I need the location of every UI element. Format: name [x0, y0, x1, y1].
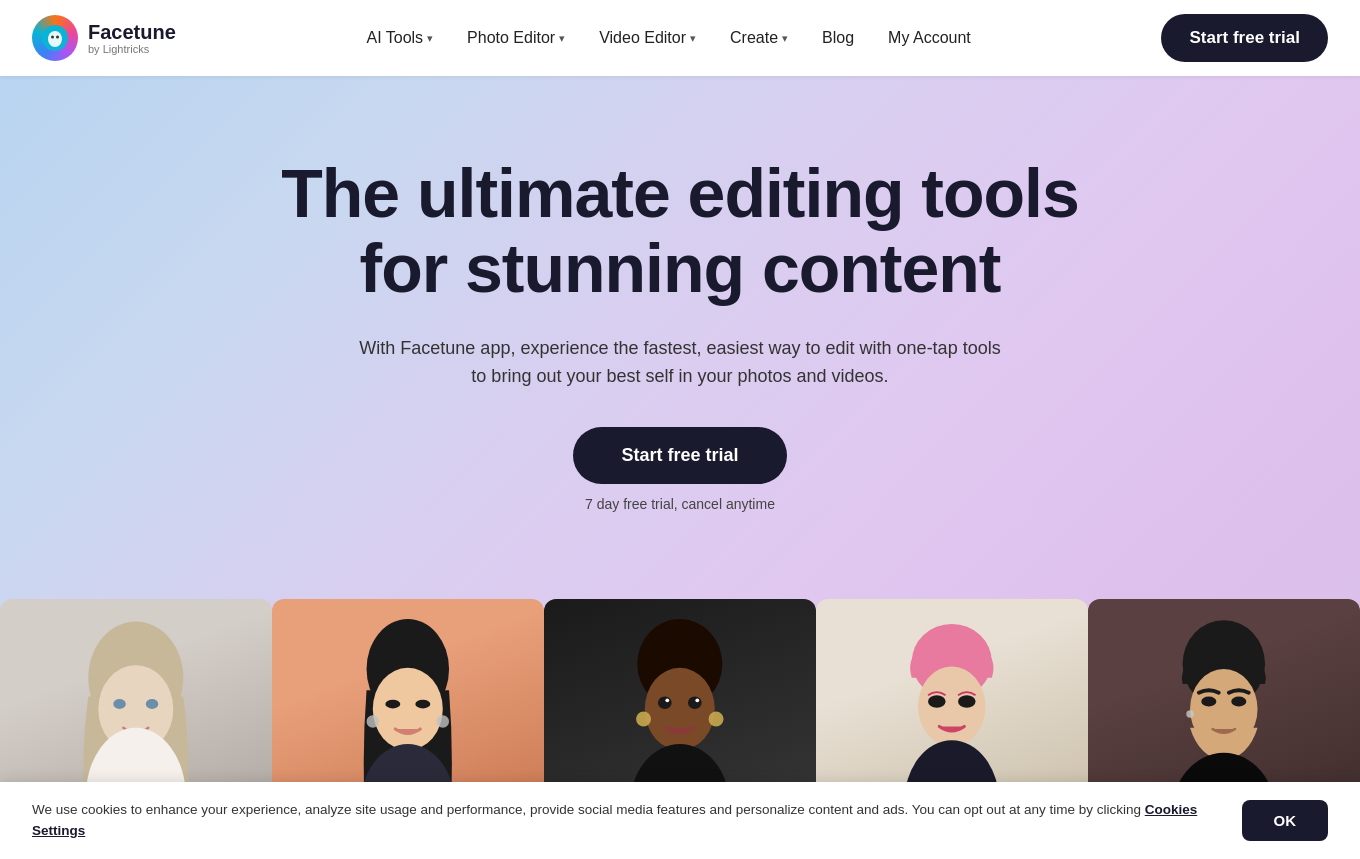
chevron-down-icon: ▾: [559, 32, 565, 45]
svg-point-25: [636, 712, 651, 727]
svg-point-1: [48, 31, 62, 47]
svg-point-29: [918, 667, 986, 747]
cookie-banner: We use cookies to enhance your experienc…: [0, 782, 1360, 859]
nav-item-photo-editor[interactable]: Photo Editor ▾: [453, 21, 579, 55]
nav-start-trial-button[interactable]: Start free trial: [1161, 14, 1328, 62]
svg-point-23: [696, 698, 700, 702]
nav-label-my-account: My Account: [888, 29, 971, 47]
cookie-text: We use cookies to enhance your experienc…: [32, 800, 1218, 841]
brand-name: Facetune: [88, 21, 176, 43]
nav-label-create: Create: [730, 29, 778, 47]
chevron-down-icon: ▾: [782, 32, 788, 45]
nav-item-blog[interactable]: Blog: [808, 21, 868, 55]
svg-point-2: [51, 36, 54, 39]
svg-point-36: [1202, 697, 1217, 707]
nav-item-create[interactable]: Create ▾: [716, 21, 802, 55]
navbar: Facetune by Lightricks AI Tools ▾ Photo …: [0, 0, 1360, 76]
hero-title: The ultimate editing tools for stunning …: [281, 156, 1079, 306]
svg-point-30: [928, 695, 946, 708]
logo[interactable]: Facetune by Lightricks: [32, 15, 176, 61]
chevron-down-icon: ▾: [427, 32, 433, 45]
brand-subtitle: by Lightricks: [88, 43, 176, 55]
svg-point-17: [437, 715, 450, 728]
svg-point-40: [1187, 710, 1195, 718]
nav-label-blog: Blog: [822, 29, 854, 47]
svg-point-20: [658, 697, 672, 710]
svg-point-21: [688, 697, 702, 710]
svg-point-7: [146, 699, 159, 709]
svg-point-19: [645, 668, 715, 751]
hero-trial-note: 7 day free trial, cancel anytime: [585, 496, 775, 512]
hero-start-trial-button[interactable]: Start free trial: [573, 427, 786, 484]
hero-subtitle: With Facetune app, experience the fastes…: [350, 334, 1010, 392]
svg-point-37: [1232, 697, 1247, 707]
nav-links: AI Tools ▾ Photo Editor ▾ Video Editor ▾…: [352, 21, 984, 55]
svg-point-13: [416, 700, 431, 709]
svg-point-16: [367, 715, 380, 728]
nav-label-photo-editor: Photo Editor: [467, 29, 555, 47]
nav-item-ai-tools[interactable]: AI Tools ▾: [352, 21, 447, 55]
nav-label-ai-tools: AI Tools: [366, 29, 423, 47]
nav-label-video-editor: Video Editor: [599, 29, 686, 47]
nav-item-my-account[interactable]: My Account: [874, 21, 985, 55]
svg-point-31: [958, 695, 976, 708]
svg-point-11: [373, 668, 443, 751]
nav-item-video-editor[interactable]: Video Editor ▾: [585, 21, 710, 55]
svg-point-3: [56, 36, 59, 39]
hero-section: The ultimate editing tools for stunning …: [0, 76, 1360, 859]
svg-point-26: [709, 712, 724, 727]
cookie-ok-button[interactable]: OK: [1242, 800, 1329, 841]
logo-icon: [32, 15, 78, 61]
svg-point-12: [386, 700, 401, 709]
svg-point-22: [666, 698, 670, 702]
chevron-down-icon: ▾: [690, 32, 696, 45]
svg-point-6: [114, 699, 127, 709]
